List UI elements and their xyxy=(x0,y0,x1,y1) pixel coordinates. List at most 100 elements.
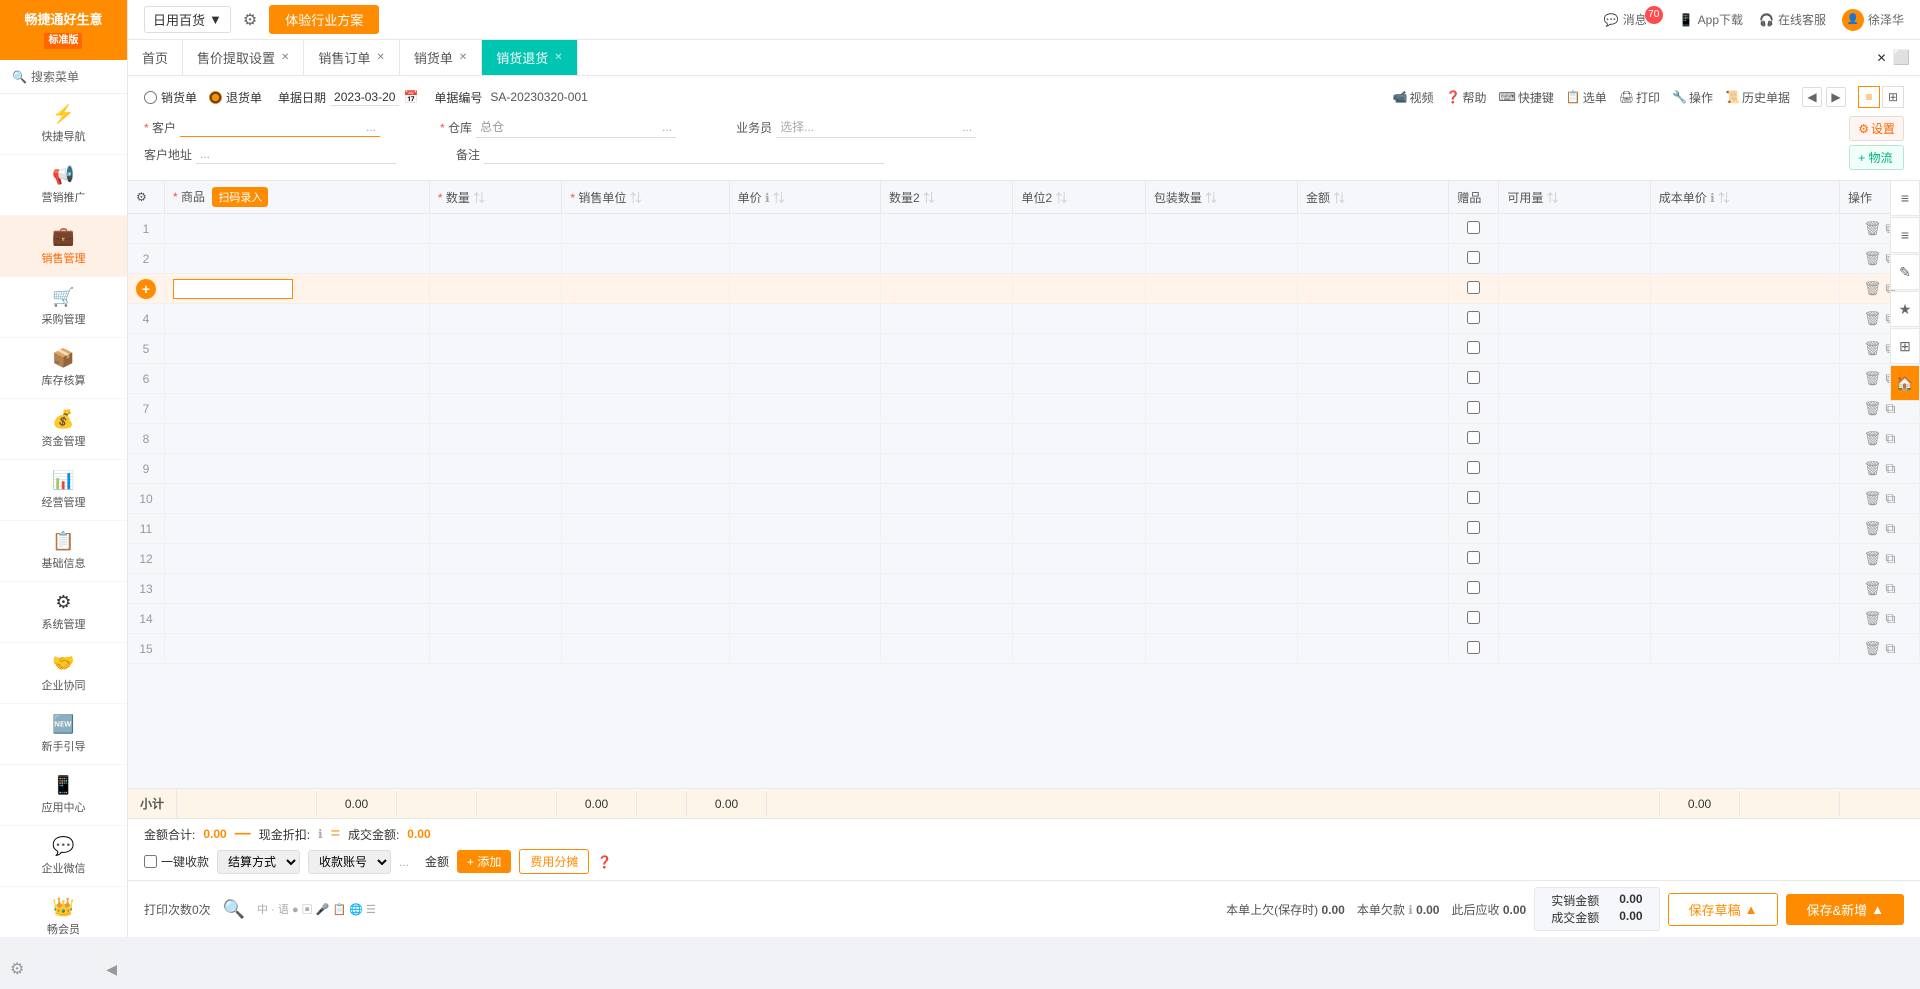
cell-cost-price[interactable] xyxy=(1650,484,1839,514)
cell-available[interactable] xyxy=(1499,574,1650,604)
online-service-group[interactable]: 🎧 在线客服 xyxy=(1759,11,1826,28)
grid-view-btn[interactable]: ≡ xyxy=(1858,86,1880,108)
cell-amount[interactable] xyxy=(1297,544,1448,574)
cell-cost-price[interactable] xyxy=(1650,334,1839,364)
collapse-arrow-icon[interactable]: ◀ xyxy=(106,961,117,978)
cell-amount[interactable] xyxy=(1297,244,1448,274)
cell-qty[interactable] xyxy=(429,394,561,424)
copy-row-icon[interactable]: ⧉ xyxy=(1885,460,1895,476)
cell-unit-price[interactable] xyxy=(729,604,880,634)
cell-qty[interactable] xyxy=(429,274,561,304)
cell-product[interactable] xyxy=(165,634,430,664)
cell-qty2[interactable] xyxy=(880,214,1012,244)
copy-row-icon[interactable]: ⧉ xyxy=(1885,580,1895,596)
cell-unit-price[interactable] xyxy=(729,244,880,274)
gift-checkbox[interactable] xyxy=(1467,581,1480,594)
cell-qty[interactable] xyxy=(429,454,561,484)
sort-icon[interactable]: ⇅ xyxy=(923,191,935,205)
cell-unit2[interactable] xyxy=(1013,574,1145,604)
account-select[interactable]: 收款账号 xyxy=(308,850,391,874)
cell-pack-qty[interactable] xyxy=(1145,274,1297,304)
cell-qty2[interactable] xyxy=(880,394,1012,424)
app-download-group[interactable]: 📱 App下载 xyxy=(1679,11,1743,28)
cell-unit-price[interactable] xyxy=(729,574,880,604)
tab-home[interactable]: 首页 xyxy=(128,40,183,75)
cell-qty[interactable] xyxy=(429,604,561,634)
cell-pack-qty[interactable] xyxy=(1145,514,1297,544)
cell-sales-unit[interactable] xyxy=(562,364,729,394)
sidebar-item-purchase[interactable]: 🛒 采购管理 xyxy=(0,277,127,338)
cell-qty2[interactable] xyxy=(880,514,1012,544)
sort-icon[interactable]: ⇅ xyxy=(1055,191,1067,205)
search-menu[interactable]: 🔍 搜索菜单 xyxy=(0,60,127,94)
delete-row-icon[interactable]: 🗑 xyxy=(1864,250,1882,266)
address-dots[interactable]: ... xyxy=(200,147,210,161)
cell-unit2[interactable] xyxy=(1013,544,1145,574)
cell-qty[interactable] xyxy=(429,334,561,364)
prev-record-btn[interactable]: ◀ xyxy=(1802,87,1822,107)
sidebar-item-finance[interactable]: 💰 资金管理 xyxy=(0,399,127,460)
cell-unit2[interactable] xyxy=(1013,304,1145,334)
cell-available[interactable] xyxy=(1499,244,1650,274)
cell-amount[interactable] xyxy=(1297,634,1448,664)
cell-qty[interactable] xyxy=(429,214,561,244)
calendar-icon[interactable]: 📅 xyxy=(403,90,418,104)
cell-product[interactable] xyxy=(165,304,430,334)
cell-sales-unit[interactable] xyxy=(562,244,729,274)
cell-product[interactable] xyxy=(165,454,430,484)
cell-unit2[interactable] xyxy=(1013,604,1145,634)
delete-row-icon[interactable]: 🗑 xyxy=(1864,340,1882,356)
sidebar-item-member[interactable]: 👑 畅会员 xyxy=(0,887,127,948)
cell-product[interactable] xyxy=(165,574,430,604)
copy-row-icon[interactable]: ⧉ xyxy=(1885,490,1895,506)
cell-unit-price[interactable] xyxy=(729,544,880,574)
sort-icon[interactable]: ⇅ xyxy=(630,191,642,205)
cell-amount[interactable] xyxy=(1297,364,1448,394)
delete-row-icon[interactable]: 🗑 xyxy=(1864,520,1882,536)
cell-available[interactable] xyxy=(1499,484,1650,514)
cell-available[interactable] xyxy=(1499,304,1650,334)
cell-qty[interactable] xyxy=(429,304,561,334)
cell-qty[interactable] xyxy=(429,544,561,574)
side-icon-6[interactable]: 🏠 xyxy=(1890,365,1920,401)
cell-pack-qty[interactable] xyxy=(1145,424,1297,454)
cell-amount[interactable] xyxy=(1297,424,1448,454)
cell-unit2[interactable] xyxy=(1013,514,1145,544)
sort-icon[interactable]: ⇅ xyxy=(1547,191,1559,205)
tab-close-icon[interactable]: ✕ xyxy=(459,52,467,63)
tab-price-extract[interactable]: 售价提取设置 ✕ xyxy=(183,40,304,75)
delete-row-icon[interactable]: 🗑 xyxy=(1864,640,1882,656)
delete-row-icon[interactable]: 🗑 xyxy=(1864,430,1882,446)
settlement-method-select[interactable]: 结算方式 xyxy=(217,850,300,874)
cell-qty2[interactable] xyxy=(880,454,1012,484)
sidebar-item-sales[interactable]: 💼 销售管理 xyxy=(0,216,127,277)
cell-cost-price[interactable] xyxy=(1650,394,1839,424)
cell-sales-unit[interactable] xyxy=(562,214,729,244)
tab-close-all[interactable]: ✕ ⬜ xyxy=(1867,40,1920,75)
delete-row-icon[interactable]: 🗑 xyxy=(1864,610,1882,626)
cell-cost-price[interactable] xyxy=(1650,454,1839,484)
cell-qty2[interactable] xyxy=(880,244,1012,274)
cell-available[interactable] xyxy=(1499,424,1650,454)
warehouse-input[interactable]: 总仓 ... xyxy=(476,116,676,138)
side-icon-4[interactable]: ★ xyxy=(1890,291,1920,327)
date-value[interactable]: 2023-03-20 xyxy=(330,89,399,106)
cell-cost-price[interactable] xyxy=(1650,424,1839,454)
sidebar-item-system[interactable]: ⚙ 系统管理 xyxy=(0,582,127,643)
cell-gift[interactable] xyxy=(1449,604,1499,634)
cell-qty2[interactable] xyxy=(880,364,1012,394)
list-view-btn[interactable]: ⊞ xyxy=(1882,86,1904,108)
cell-qty[interactable] xyxy=(429,364,561,394)
cell-unit-price[interactable] xyxy=(729,334,880,364)
cell-unit2[interactable] xyxy=(1013,364,1145,394)
gift-checkbox[interactable] xyxy=(1467,251,1480,264)
delete-row-icon[interactable]: 🗑 xyxy=(1864,400,1882,416)
cell-available[interactable] xyxy=(1499,334,1650,364)
cell-pack-qty[interactable] xyxy=(1145,244,1297,274)
cell-sales-unit[interactable] xyxy=(562,424,729,454)
sort-icon[interactable]: ⇅ xyxy=(773,191,785,205)
tab-close-icon[interactable]: ✕ xyxy=(376,52,384,63)
side-icon-5[interactable]: ⊞ xyxy=(1890,328,1920,364)
side-icon-3[interactable]: ✎ xyxy=(1890,254,1920,290)
cell-sales-unit[interactable] xyxy=(562,334,729,364)
